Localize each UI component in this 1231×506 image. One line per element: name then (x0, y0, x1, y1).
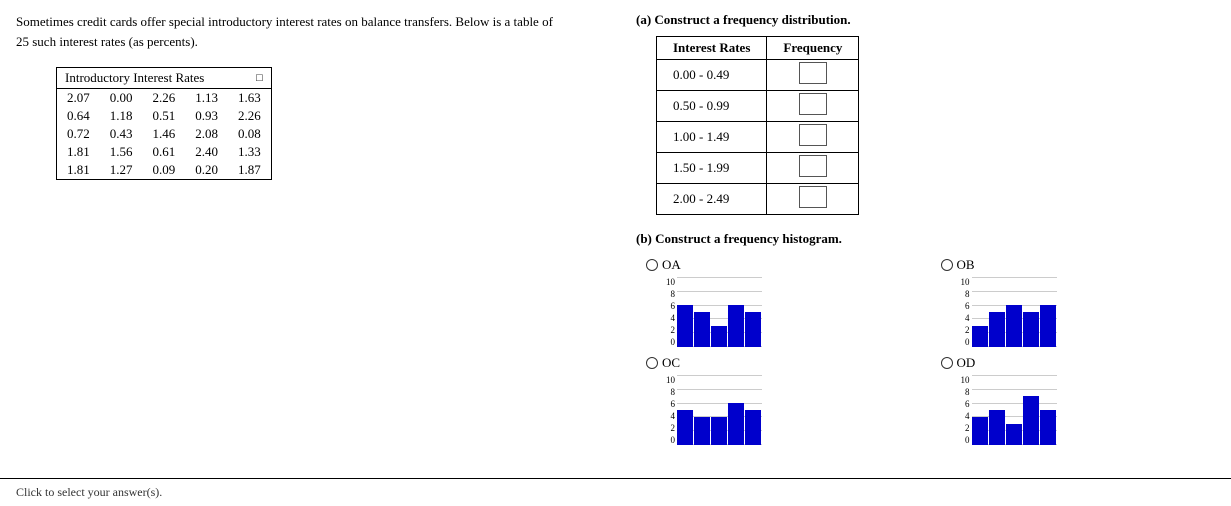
bar-0 (972, 326, 988, 347)
bar-2 (1006, 424, 1022, 445)
freq-value-cell[interactable] (767, 184, 859, 215)
table-cell: 0.09 (143, 161, 186, 180)
table-cell: 0.64 (57, 107, 100, 125)
freq-input-box[interactable] (799, 62, 827, 84)
radio-b[interactable] (941, 259, 953, 271)
table-cell: 1.81 (57, 143, 100, 161)
bar-2 (711, 417, 727, 445)
table-cell: 1.81 (57, 161, 100, 180)
table-cell: 2.07 (57, 89, 100, 108)
bar-2 (1006, 305, 1022, 347)
table-cell: 2.26 (143, 89, 186, 108)
data-table-wrapper: Introductory Interest Rates □ 2.070.002.… (56, 67, 272, 180)
bar-3 (728, 305, 744, 347)
freq-value-cell[interactable] (767, 122, 859, 153)
table-cell: 2.08 (185, 125, 228, 143)
table-icon: □ (256, 72, 263, 84)
bar-0 (677, 305, 693, 347)
freq-range-cell: 2.00 - 2.49 (657, 184, 767, 215)
bar-0 (677, 410, 693, 445)
bar-4 (1040, 410, 1056, 445)
bar-3 (728, 403, 744, 445)
bar-3 (1023, 396, 1039, 445)
histogram-chart-c: 1086420 (666, 375, 921, 445)
histogram-option-a[interactable]: OA 1086420 (646, 257, 921, 347)
table-cell: 0.72 (57, 125, 100, 143)
table-cell: 1.33 (228, 143, 271, 161)
freq-value-cell[interactable] (767, 60, 859, 91)
option-label-c: OC (662, 355, 680, 371)
frequency-table: Interest Rates Frequency 0.00 - 0.490.50… (656, 36, 859, 215)
freq-range-cell: 0.00 - 0.49 (657, 60, 767, 91)
radio-c[interactable] (646, 357, 658, 369)
bar-4 (745, 312, 761, 347)
bar-1 (694, 417, 710, 445)
bar-1 (694, 312, 710, 347)
table-caption: Introductory Interest Rates (65, 70, 204, 86)
table-cell: 2.40 (185, 143, 228, 161)
radio-d[interactable] (941, 357, 953, 369)
freq-col-header-1: Interest Rates (657, 37, 767, 60)
table-cell: 0.61 (143, 143, 186, 161)
table-cell: 1.63 (228, 89, 271, 108)
table-cell: 0.08 (228, 125, 271, 143)
bar-0 (972, 417, 988, 445)
table-cell: 2.26 (228, 107, 271, 125)
table-cell: 1.87 (228, 161, 271, 180)
option-label-b: OB (957, 257, 975, 273)
table-cell: 0.43 (100, 125, 143, 143)
freq-input-box[interactable] (799, 186, 827, 208)
table-cell: 0.93 (185, 107, 228, 125)
right-panel: (a) Construct a frequency distribution. … (626, 12, 1215, 468)
bar-1 (989, 312, 1005, 347)
bar-1 (989, 410, 1005, 445)
histogram-option-b[interactable]: OB 1086420 (941, 257, 1216, 347)
y-axis-d: 1086420 (961, 375, 970, 445)
bar-4 (1040, 305, 1056, 347)
introductory-rates-table: Introductory Interest Rates □ 2.070.002.… (56, 67, 272, 180)
histograms-grid: OA 1086420 OB 1086420 OC 1086420 OD 1086420 (646, 257, 1215, 445)
part-b-label: (b) Construct a frequency histogram. (636, 231, 1215, 247)
freq-input-box[interactable] (799, 93, 827, 115)
histogram-chart-d: 1086420 (961, 375, 1216, 445)
table-cell: 0.00 (100, 89, 143, 108)
freq-input-box[interactable] (799, 155, 827, 177)
table-cell: 0.51 (143, 107, 186, 125)
y-axis-c: 1086420 (666, 375, 675, 445)
table-cell: 1.13 (185, 89, 228, 108)
intro-text: Sometimes credit cards offer special int… (16, 12, 606, 51)
histogram-chart-b: 1086420 (961, 277, 1216, 347)
table-cell: 1.27 (100, 161, 143, 180)
y-axis-a: 1086420 (666, 277, 675, 347)
radio-a[interactable] (646, 259, 658, 271)
histogram-option-d[interactable]: OD 1086420 (941, 355, 1216, 445)
table-cell: 1.56 (100, 143, 143, 161)
option-label-a: OA (662, 257, 681, 273)
freq-value-cell[interactable] (767, 153, 859, 184)
table-cell: 1.18 (100, 107, 143, 125)
table-cell: 0.20 (185, 161, 228, 180)
y-axis-b: 1086420 (961, 277, 970, 347)
freq-range-cell: 1.50 - 1.99 (657, 153, 767, 184)
histogram-chart-a: 1086420 (666, 277, 921, 347)
left-panel: Sometimes credit cards offer special int… (16, 12, 626, 468)
freq-value-cell[interactable] (767, 91, 859, 122)
table-cell: 1.46 (143, 125, 186, 143)
bar-2 (711, 326, 727, 347)
footer-bar: Click to select your answer(s). (0, 478, 1231, 506)
freq-input-box[interactable] (799, 124, 827, 146)
freq-col-header-2: Frequency (767, 37, 859, 60)
freq-range-cell: 1.00 - 1.49 (657, 122, 767, 153)
histogram-option-c[interactable]: OC 1086420 (646, 355, 921, 445)
footer-text: Click to select your answer(s). (16, 485, 162, 499)
bar-4 (745, 410, 761, 445)
part-a-label: (a) Construct a frequency distribution. (636, 12, 1215, 28)
option-label-d: OD (957, 355, 976, 371)
freq-range-cell: 0.50 - 0.99 (657, 91, 767, 122)
bar-3 (1023, 312, 1039, 347)
